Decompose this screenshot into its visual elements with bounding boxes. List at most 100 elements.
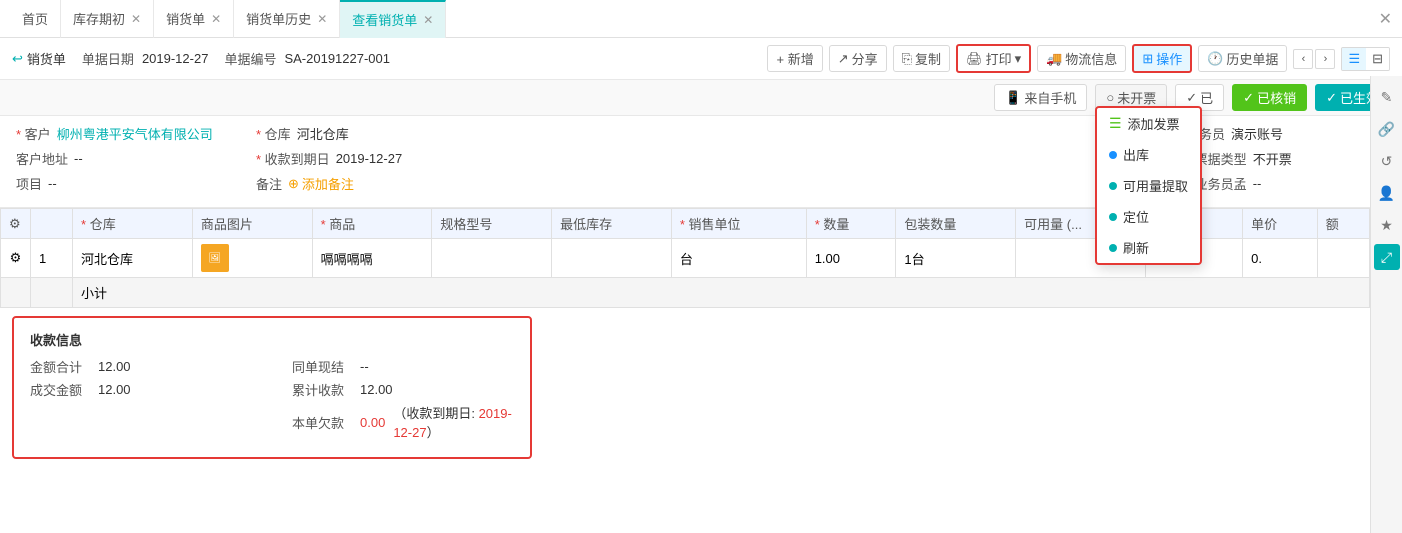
refresh-sidebar-icon[interactable]: ↺ (1374, 148, 1400, 174)
due-date-note: （收款到期日: 2019-12-27） (393, 403, 514, 441)
locate-item[interactable]: 定位 (1097, 201, 1200, 232)
operation-dropdown: ☰ 添加发票 出库 可用量提取 定位 刷新 (1095, 106, 1202, 265)
payment-date-field: 收款到期日 2019-12-27 (256, 149, 456, 168)
staff2-field: 业务员孟 -- (1186, 174, 1386, 193)
add-invoice-item[interactable]: ☰ 添加发票 (1097, 108, 1200, 139)
close-sales-tab[interactable]: ✕ (211, 12, 221, 26)
quantity-col-header: 数量 (806, 209, 896, 239)
spec-col-header: 规格型号 (432, 209, 552, 239)
close-inventory-tab[interactable]: ✕ (131, 12, 141, 26)
amount-col-header: 额 (1317, 209, 1369, 239)
link-sidebar-icon[interactable]: 🔗 (1374, 116, 1400, 142)
row-gear[interactable]: ⚙ (1, 239, 31, 278)
doc-date-field: 单据日期 2019-12-27 (82, 49, 209, 68)
nav-arrows: ‹ › (1293, 49, 1335, 69)
cancelled-btn[interactable]: ✓ 已核销 (1232, 84, 1307, 111)
row-product: 嗝嗝嗝嗝 (312, 239, 432, 278)
outbound-item[interactable]: 出库 (1097, 139, 1200, 170)
edit-sidebar-icon[interactable]: ✎ (1374, 84, 1400, 110)
warehouse-field: 仓库 河北仓库 (256, 124, 456, 143)
gear-col-header[interactable]: ⚙ (1, 209, 31, 239)
doc-date-value: 2019-12-27 (142, 51, 209, 66)
tab-home[interactable]: 首页 (10, 0, 61, 38)
tab-sales-order[interactable]: 销货单 ✕ (154, 0, 234, 38)
row-product-img: 🖼 (192, 239, 312, 278)
grid-icon: ⊞ (1142, 51, 1153, 67)
seq-col-header (31, 209, 73, 239)
main-content: ↩ 销货单 单据日期 2019-12-27 单据编号 SA-20191227-0… (0, 38, 1402, 533)
operation-button[interactable]: ⊞ 操作 (1132, 44, 1192, 73)
row-quantity: 1.00 (806, 239, 896, 278)
min-stock-col-header: 最低库存 (552, 209, 672, 239)
same-order-row: 同单现结 -- (292, 357, 514, 376)
project-value: -- (48, 176, 57, 191)
history-button[interactable]: 🕐 历史单据 (1198, 45, 1287, 72)
truck-icon: 🚚 (1046, 51, 1062, 67)
add-note-btn[interactable]: ⊕ 添加备注 (288, 174, 354, 193)
from-phone-btn[interactable]: 📱 来自手机 (994, 84, 1087, 111)
refresh-item[interactable]: 刷新 (1097, 232, 1200, 263)
doc-header: ↩ 销货单 单据日期 2019-12-27 单据编号 SA-20191227-0… (0, 38, 1402, 80)
available-pickup-item[interactable]: 可用量提取 (1097, 170, 1200, 201)
address-field: 客户地址 -- (16, 149, 216, 168)
warehouse-value: 河北仓库 (297, 124, 349, 143)
cumulative-value: 12.00 (360, 382, 393, 397)
row-amount (1317, 239, 1369, 278)
payment-date-value: 2019-12-27 (336, 151, 403, 166)
copy-button[interactable]: ⎘ 复制 (893, 45, 950, 72)
staff-field: 业务员 演示账号 (1186, 124, 1386, 143)
row-sales-unit: 台 (671, 239, 806, 278)
close-window[interactable]: ✕ (1379, 9, 1392, 29)
user-sidebar-icon[interactable]: 👤 (1374, 180, 1400, 206)
right-sidebar: ✎ 🔗 ↺ 👤 ★ ⤢ (1370, 76, 1402, 533)
current-due-value: 0.00 (360, 415, 385, 430)
refresh-dot (1109, 244, 1117, 252)
row-pack-qty: 1台 (896, 239, 1016, 278)
customer-field: 客户 柳州粤港平安气体有限公司 (16, 124, 216, 143)
tab-bar: 首页 库存期初 ✕ 销货单 ✕ 销货单历史 ✕ 查看销货单 ✕ ✕ (0, 0, 1402, 38)
expand-sidebar-icon[interactable]: ⤢ (1374, 244, 1400, 270)
row-seq: 1 (31, 239, 73, 278)
row-warehouse: 河北仓库 (73, 239, 193, 278)
pack-qty-col-header: 包装数量 (896, 209, 1016, 239)
add-invoice-icon: ☰ (1109, 115, 1122, 132)
next-arrow[interactable]: › (1315, 49, 1335, 69)
locate-dot (1109, 213, 1117, 221)
add-note-icon: ⊕ (288, 176, 299, 192)
customer-value[interactable]: 柳州粤港平安气体有限公司 (57, 124, 213, 143)
tab-inventory-init[interactable]: 库存期初 ✕ (61, 0, 154, 38)
project-field: 项目 -- (16, 174, 216, 193)
phone-icon: 📱 (1005, 90, 1021, 106)
staff2-value: -- (1253, 176, 1262, 191)
list-view-btn[interactable]: ☰ (1342, 48, 1366, 70)
new-button[interactable]: + 新增 (767, 45, 822, 72)
total-row: 金额合计 12.00 (30, 357, 252, 376)
doc-type-label: 销货单 (27, 49, 66, 68)
print-button[interactable]: 🖨 打印 ▾ (956, 44, 1031, 73)
tab-view-sales[interactable]: 查看销货单 ✕ (340, 0, 446, 38)
warehouse-col-header: 仓库 (73, 209, 193, 239)
share-button[interactable]: ↗ 分享 (829, 45, 887, 72)
copy-icon: ⎘ (902, 51, 912, 67)
current-due-row: 本单欠款 0.00 （收款到期日: 2019-12-27） (292, 403, 514, 441)
payment-section: 收款信息 金额合计 12.00 成交金额 12.00 同单现结 -- 累计收款 (12, 316, 532, 459)
address-value: -- (74, 151, 83, 166)
grid-view-btn[interactable]: ⊟ (1366, 48, 1389, 70)
same-order-value: -- (360, 359, 369, 374)
doc-number-value: SA-20191227-001 (284, 51, 390, 66)
close-view-sales-tab[interactable]: ✕ (423, 13, 433, 27)
note-field: 备注 ⊕ 添加备注 (256, 174, 456, 193)
doc-number-field: 单据编号 SA-20191227-001 (224, 49, 390, 68)
tab-sales-history[interactable]: 销货单历史 ✕ (234, 0, 340, 38)
prev-arrow[interactable]: ‹ (1293, 49, 1313, 69)
subtotal-row: 小计 (1, 278, 1370, 308)
effective-icon: ✓ (1326, 90, 1337, 106)
not-open-icon: ○ (1106, 90, 1114, 105)
unit-price-col-header: 单价 (1243, 209, 1318, 239)
subtotal-label: 小计 (73, 278, 1370, 308)
row-unit-price: 0. (1243, 239, 1318, 278)
logistics-button[interactable]: 🚚 物流信息 (1037, 45, 1126, 72)
close-history-tab[interactable]: ✕ (317, 12, 327, 26)
staff-value: 演示账号 (1231, 124, 1283, 143)
star-sidebar-icon[interactable]: ★ (1374, 212, 1400, 238)
